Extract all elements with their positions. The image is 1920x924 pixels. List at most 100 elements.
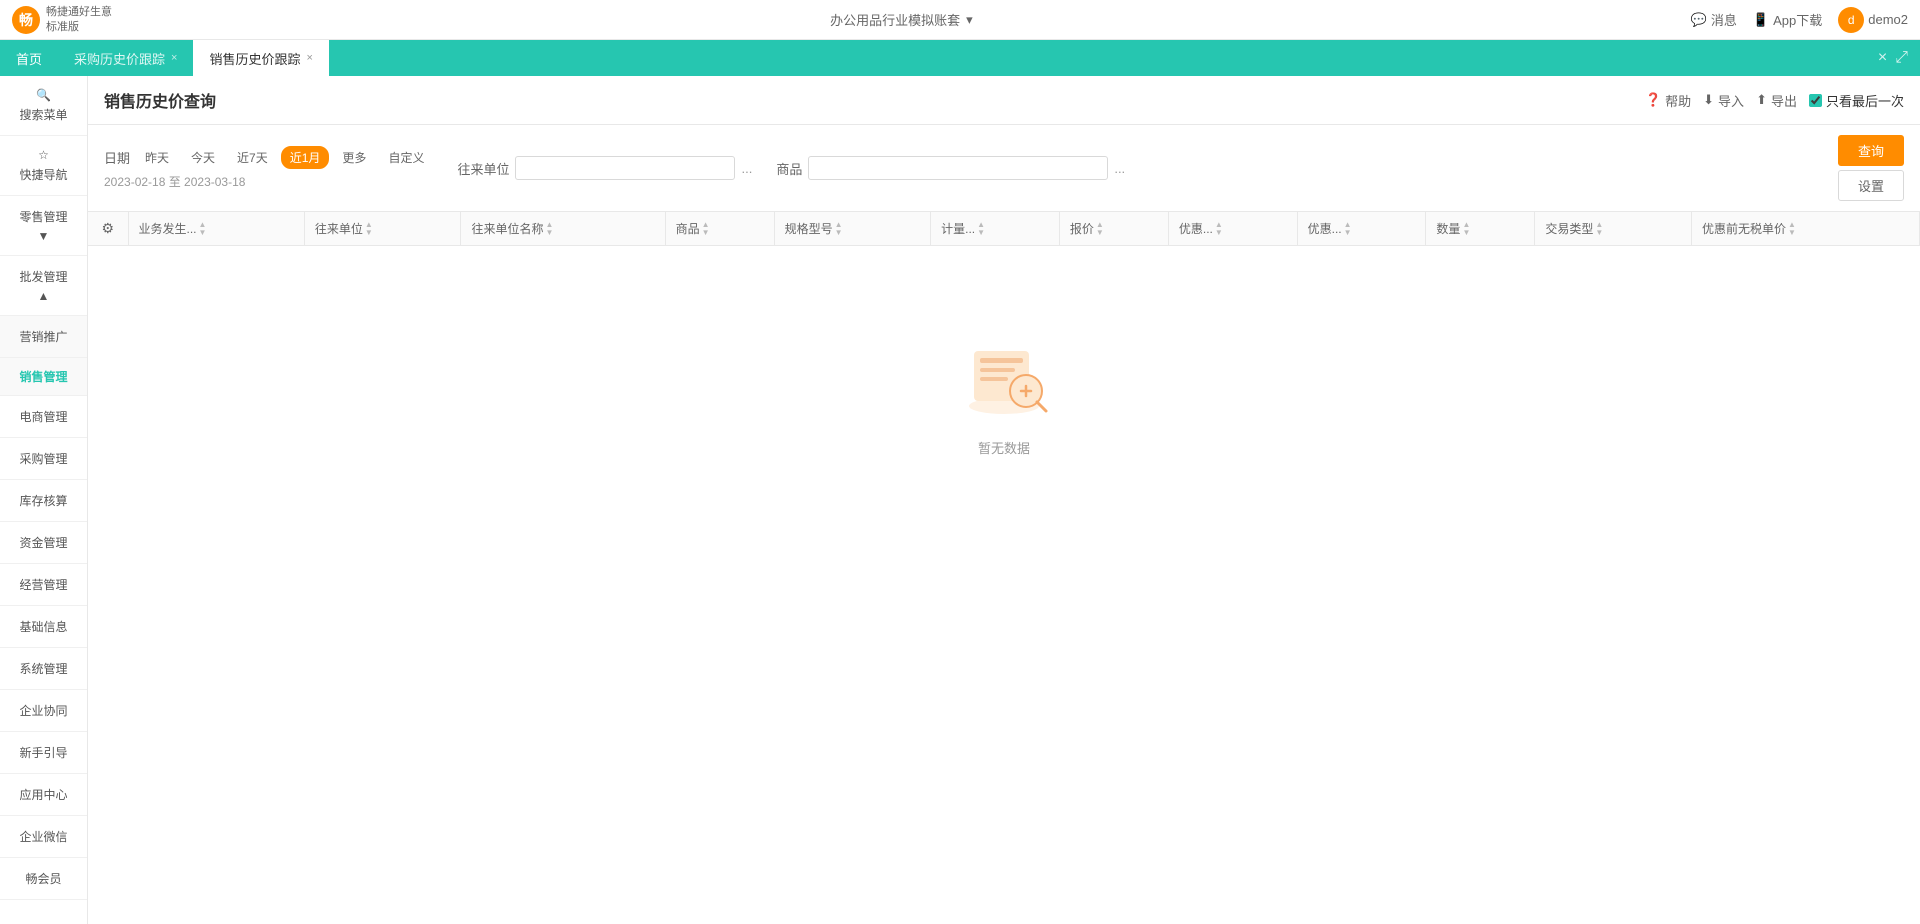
tab-sales-history[interactable]: 销售历史价跟踪 ×	[193, 40, 328, 76]
sidebar-item-membership[interactable]: 畅会员	[0, 858, 87, 900]
sidebar-item-purchase[interactable]: 采购管理	[0, 438, 87, 480]
import-button[interactable]: ⬇ 导入	[1703, 91, 1744, 110]
sidebar-item-enterprise-collab[interactable]: 企业协同	[0, 690, 87, 732]
table-col-goods[interactable]: 商品 ▲▼	[665, 212, 774, 246]
sidebar-item-app-center[interactable]: 应用中心	[0, 774, 87, 816]
date-btn-7days[interactable]: 近7天	[228, 146, 277, 169]
close-tab-btn[interactable]: ×	[1878, 49, 1887, 67]
sidebar-item-operations[interactable]: 经营管理	[0, 564, 87, 606]
tab-sales-close-icon[interactable]: ×	[306, 52, 312, 64]
app-download-button[interactable]: 📱 App下载	[1753, 10, 1822, 29]
sidebar-item-inventory[interactable]: 库存核算	[0, 480, 87, 522]
top-bar-left: 畅 畅捷通好生意 标准版	[12, 5, 112, 34]
sort-arrows-icon: ▲▼	[1595, 221, 1603, 237]
goods-filter-dots: ...	[1114, 161, 1125, 176]
table-col-quantity[interactable]: 数量 ▲▼	[1426, 212, 1535, 246]
sort-arrows-icon: ▲▼	[1344, 221, 1352, 237]
date-btn-yesterday[interactable]: 昨天	[136, 146, 178, 169]
star-icon: ☆	[38, 148, 49, 162]
export-icon: ⬆	[1756, 92, 1767, 108]
table-col-spec[interactable]: 规格型号 ▲▼	[774, 212, 931, 246]
table-col-discount2[interactable]: 优惠... ▲▼	[1297, 212, 1426, 246]
sort-arrows-icon: ▲▼	[199, 221, 207, 237]
avatar: d	[1838, 7, 1864, 33]
company-label: 办公用品行业模拟账套	[830, 10, 960, 29]
help-icon: ❓	[1645, 92, 1661, 108]
user-menu[interactable]: d demo2	[1838, 7, 1908, 33]
phone-icon: 📱	[1753, 12, 1769, 28]
table-col-price[interactable]: 报价 ▲▼	[1059, 212, 1168, 246]
sort-arrows-icon: ▲▼	[545, 221, 553, 237]
table-col-discount1[interactable]: 优惠... ▲▼	[1168, 212, 1297, 246]
sidebar-item-quick-nav[interactable]: ☆ 快捷导航	[0, 136, 87, 196]
tab-purchase-close-icon[interactable]: ×	[171, 52, 177, 64]
logo-area: 畅 畅捷通好生意 标准版	[12, 5, 112, 34]
only-last-checkbox[interactable]	[1809, 94, 1822, 107]
data-table: ⚙ 业务发生... ▲▼ 往来单位 ▲▼	[88, 212, 1920, 246]
unit-filter-input[interactable]	[515, 156, 735, 180]
goods-filter-input[interactable]	[808, 156, 1108, 180]
table-col-unit-name[interactable]: 往来单位名称 ▲▼	[461, 212, 665, 246]
sidebar-item-search[interactable]: 🔍 搜索菜单	[0, 76, 87, 136]
sort-arrows-icon: ▲▼	[702, 221, 710, 237]
table-col-unit-measure[interactable]: 计量... ▲▼	[931, 212, 1060, 246]
sidebar: 🔍 搜索菜单 ☆ 快捷导航 零售管理 ▼ 批发管理 ▲ 营销推广 销售管理 电商…	[0, 76, 88, 924]
sidebar-item-basic-info[interactable]: 基础信息	[0, 606, 87, 648]
goods-filter-label: 商品	[776, 159, 802, 178]
filter-bar: 日期 昨天 今天 近7天 近1月 更多 自定义 2023-02-18 至 202…	[88, 125, 1920, 212]
action-buttons: 查询 设置	[1838, 135, 1904, 201]
sort-arrows-icon: ▲▼	[977, 221, 985, 237]
gear-icon[interactable]: ⚙	[101, 220, 114, 236]
query-button[interactable]: 查询	[1838, 135, 1904, 166]
dropdown-arrow-icon[interactable]: ▾	[966, 12, 973, 28]
tab-home[interactable]: 首页	[0, 40, 58, 76]
settings-button[interactable]: 设置	[1838, 170, 1904, 201]
main-layout: 🔍 搜索菜单 ☆ 快捷导航 零售管理 ▼ 批发管理 ▲ 营销推广 销售管理 电商…	[0, 76, 1920, 924]
sort-arrows-icon: ▲▼	[365, 221, 373, 237]
export-button[interactable]: ⬆ 导出	[1756, 91, 1797, 110]
top-bar-right: 💬 消息 📱 App下载 d demo2	[1691, 7, 1908, 33]
page-header-actions: ❓ 帮助 ⬇ 导入 ⬆ 导出 只看最后一次	[1645, 91, 1904, 110]
sort-arrows-icon: ▲▼	[1788, 221, 1796, 237]
table-header-row: ⚙ 业务发生... ▲▼ 往来单位 ▲▼	[88, 212, 1920, 246]
table-col-trade-type[interactable]: 交易类型 ▲▼	[1535, 212, 1692, 246]
help-button[interactable]: ❓ 帮助	[1645, 91, 1691, 110]
top-bar: 畅 畅捷通好生意 标准版 办公用品行业模拟账套 ▾ 💬 消息 📱 App下载 d…	[0, 0, 1920, 40]
sidebar-item-ecommerce[interactable]: 电商管理	[0, 396, 87, 438]
table-container: ⚙ 业务发生... ▲▼ 往来单位 ▲▼	[88, 212, 1920, 924]
unit-filter-group: 往来单位 ...	[457, 156, 752, 180]
only-last-checkbox-group: 只看最后一次	[1809, 91, 1904, 110]
goods-filter-group: 商品 ...	[776, 156, 1125, 180]
sidebar-item-retail[interactable]: 零售管理 ▼	[0, 196, 87, 256]
maximize-tab-btn[interactable]: ⤢	[1895, 49, 1908, 67]
sidebar-item-sales-management[interactable]: 销售管理	[0, 358, 87, 396]
unit-filter-label: 往来单位	[457, 159, 509, 178]
chevron-down-icon: ▼	[38, 229, 50, 243]
sort-arrows-icon: ▲▼	[1462, 221, 1470, 237]
date-btn-custom[interactable]: 自定义	[379, 146, 433, 169]
message-button[interactable]: 💬 消息	[1691, 10, 1737, 29]
sidebar-item-wholesale[interactable]: 批发管理 ▲	[0, 256, 87, 316]
sidebar-item-system[interactable]: 系统管理	[0, 648, 87, 690]
top-bar-center: 办公用品行业模拟账套 ▾	[830, 10, 973, 29]
import-icon: ⬇	[1703, 92, 1714, 108]
tab-bar: 首页 采购历史价跟踪 × 销售历史价跟踪 × × ⤢	[0, 40, 1920, 76]
tab-purchase-history[interactable]: 采购历史价跟踪 ×	[58, 40, 193, 76]
search-icon: 🔍	[36, 88, 51, 102]
chevron-up-icon: ▲	[38, 289, 50, 303]
table-col-business-date[interactable]: 业务发生... ▲▼	[128, 212, 304, 246]
logo-text: 畅捷通好生意 标准版	[46, 5, 112, 34]
message-icon: 💬	[1691, 12, 1707, 28]
date-btn-more[interactable]: 更多	[333, 146, 375, 169]
sort-arrows-icon: ▲▼	[835, 221, 843, 237]
sidebar-item-marketing[interactable]: 营销推广	[0, 316, 87, 358]
date-btn-today[interactable]: 今天	[182, 146, 224, 169]
table-col-pretax-price[interactable]: 优惠前无税单价 ▲▼	[1691, 212, 1919, 246]
sidebar-item-finance[interactable]: 资金管理	[0, 522, 87, 564]
sidebar-item-enterprise-wechat[interactable]: 企业微信	[0, 816, 87, 858]
date-btn-1month[interactable]: 近1月	[281, 146, 330, 169]
content-area: 销售历史价查询 ❓ 帮助 ⬇ 导入 ⬆ 导出 只看最后一次	[88, 76, 1920, 924]
logo-icon: 畅	[12, 6, 40, 34]
sidebar-item-beginner-guide[interactable]: 新手引导	[0, 732, 87, 774]
table-col-unit[interactable]: 往来单位 ▲▼	[304, 212, 461, 246]
